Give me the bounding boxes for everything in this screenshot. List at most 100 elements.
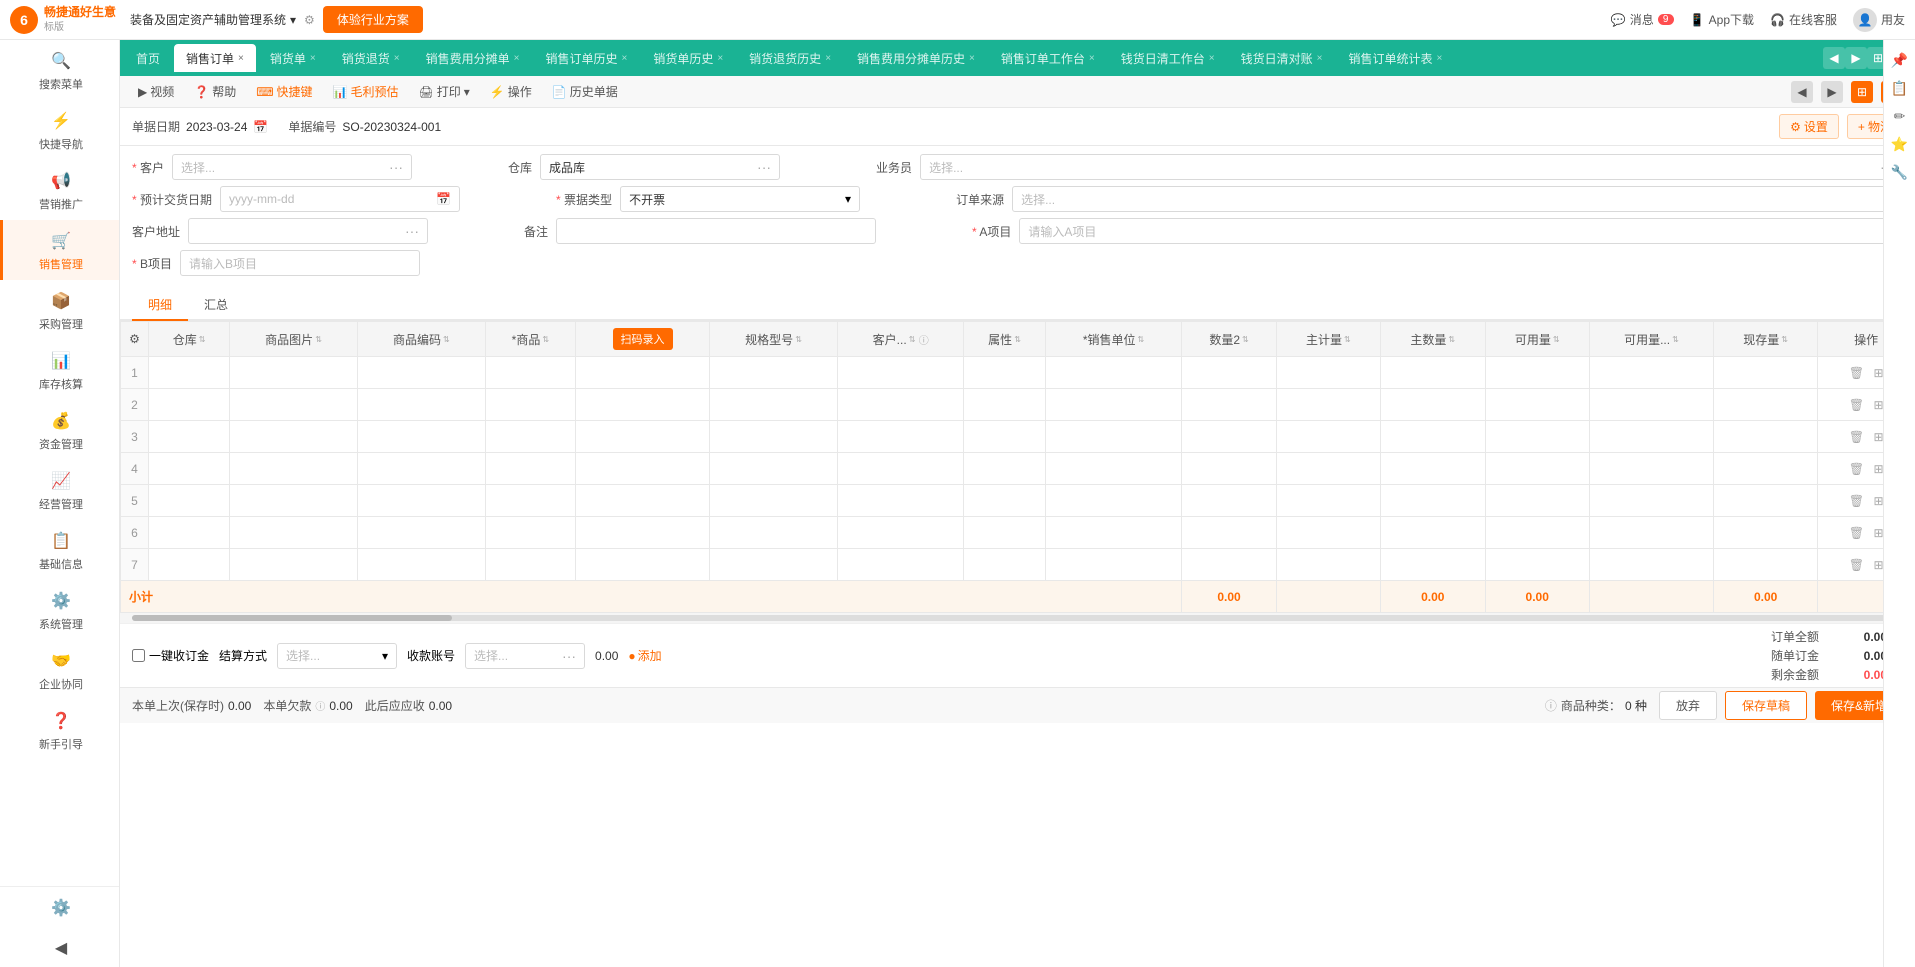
- cell-5-1[interactable]: [230, 485, 358, 517]
- toolbar-history-btn[interactable]: 📄 历史单据: [546, 81, 624, 102]
- right-panel-tool-btn[interactable]: 🔧: [1888, 160, 1912, 184]
- cell-1-0[interactable]: [149, 357, 230, 389]
- cell-1-8[interactable]: [1045, 357, 1182, 389]
- cell-3-13[interactable]: [1589, 421, 1713, 453]
- cell-2-2[interactable]: [357, 389, 485, 421]
- tab-close-10[interactable]: ×: [1209, 53, 1215, 64]
- tab-close-7[interactable]: ×: [825, 53, 831, 64]
- copy-row-5-icon[interactable]: ⊞: [1873, 494, 1883, 508]
- cell-5-4[interactable]: [575, 485, 709, 517]
- cell-5-8[interactable]: [1045, 485, 1182, 517]
- cell-2-6[interactable]: [837, 389, 964, 421]
- cell-1-6[interactable]: [837, 357, 964, 389]
- col-attr[interactable]: 属性⇅: [964, 322, 1045, 357]
- right-panel-edit-btn[interactable]: ✏: [1888, 104, 1912, 128]
- tab-3[interactable]: 销货退货×: [330, 44, 412, 72]
- cell-5-0[interactable]: [149, 485, 230, 517]
- sidebar-item-system[interactable]: ⚙️ 系统管理: [0, 580, 119, 640]
- tab-7[interactable]: 销货退货历史×: [737, 44, 843, 72]
- cell-2-3[interactable]: [485, 389, 575, 421]
- cell-6-14[interactable]: [1713, 517, 1817, 549]
- toolbar-print-btn[interactable]: 🖨 打印 ▾: [413, 81, 476, 102]
- cell-2-14[interactable]: [1713, 389, 1817, 421]
- cell-3-6[interactable]: [837, 421, 964, 453]
- cell-4-8[interactable]: [1045, 453, 1182, 485]
- delete-row-5-icon[interactable]: 🗑: [1849, 494, 1864, 508]
- cell-2-11[interactable]: [1381, 389, 1485, 421]
- add-payment-btn[interactable]: ● 添加: [628, 647, 661, 664]
- sidebar-item-settings[interactable]: ⚙️: [0, 887, 119, 927]
- cell-3-3[interactable]: [485, 421, 575, 453]
- cell-3-8[interactable]: [1045, 421, 1182, 453]
- col-code[interactable]: 商品编码⇅: [357, 322, 485, 357]
- sidebar-item-finance[interactable]: 💰 资金管理: [0, 400, 119, 460]
- cell-2-12[interactable]: [1485, 389, 1589, 421]
- cell-3-0[interactable]: [149, 421, 230, 453]
- col-unit[interactable]: *销售单位⇅: [1045, 322, 1182, 357]
- col-qty2[interactable]: 数量2⇅: [1182, 322, 1276, 357]
- cell-1-14[interactable]: [1713, 357, 1817, 389]
- cell-6-12[interactable]: [1485, 517, 1589, 549]
- tab-close-2[interactable]: ×: [310, 53, 316, 64]
- cell-4-10[interactable]: [1276, 453, 1380, 485]
- right-panel-pin-btn[interactable]: 📌: [1888, 48, 1912, 72]
- cell-2-10[interactable]: [1276, 389, 1380, 421]
- cell-5-9[interactable]: [1182, 485, 1276, 517]
- cell-1-4[interactable]: [575, 357, 709, 389]
- tab-close-11[interactable]: ×: [1317, 53, 1323, 64]
- cell-7-5[interactable]: [710, 549, 838, 581]
- cell-3-7[interactable]: [964, 421, 1045, 453]
- b-project-input[interactable]: 请输入B项目: [180, 250, 420, 276]
- cell-6-1[interactable]: [230, 517, 358, 549]
- copy-row-3-icon[interactable]: ⊞: [1873, 430, 1883, 444]
- save-draft-button[interactable]: 保存草稿: [1725, 691, 1807, 720]
- col-settings[interactable]: ⚙: [121, 322, 149, 357]
- cell-5-11[interactable]: [1381, 485, 1485, 517]
- cell-4-6[interactable]: [837, 453, 964, 485]
- col-main-qty[interactable]: 主数量⇅: [1381, 322, 1485, 357]
- delivery-input-wrap[interactable]: yyyy-mm-dd 📅: [220, 186, 460, 212]
- tab-6[interactable]: 销货单历史×: [641, 44, 735, 72]
- cell-4-4[interactable]: [575, 453, 709, 485]
- delete-row-4-icon[interactable]: 🗑: [1849, 462, 1864, 476]
- scan-input-btn[interactable]: 扫码录入: [613, 328, 673, 350]
- tab-8[interactable]: 销售费用分摊单历史×: [845, 44, 987, 72]
- cell-6-13[interactable]: [1589, 517, 1713, 549]
- cell-7-12[interactable]: [1485, 549, 1589, 581]
- col-warehouse[interactable]: 仓库⇅: [149, 322, 230, 357]
- copy-row-2-icon[interactable]: ⊞: [1873, 398, 1883, 412]
- right-panel-star-btn[interactable]: ⭐: [1888, 132, 1912, 156]
- cell-1-9[interactable]: [1182, 357, 1276, 389]
- sidebar-collapse-button[interactable]: ◀: [0, 927, 119, 967]
- tab-4[interactable]: 销售费用分摊单×: [414, 44, 532, 72]
- cell-6-11[interactable]: [1381, 517, 1485, 549]
- tab-next-button[interactable]: ▶: [1845, 47, 1867, 69]
- tab-prev-button[interactable]: ◀: [1823, 47, 1845, 69]
- settings-icon[interactable]: ⚙: [304, 13, 315, 27]
- cell-3-4[interactable]: [575, 421, 709, 453]
- cell-4-14[interactable]: [1713, 453, 1817, 485]
- tab-close-6[interactable]: ×: [717, 53, 723, 64]
- cell-7-11[interactable]: [1381, 549, 1485, 581]
- cell-1-2[interactable]: [357, 357, 485, 389]
- delete-row-1-icon[interactable]: 🗑: [1849, 366, 1864, 380]
- remark-input-wrap[interactable]: [556, 218, 876, 244]
- warehouse-more-btn[interactable]: ···: [757, 159, 771, 175]
- tab-close-3[interactable]: ×: [394, 53, 400, 64]
- tab-0[interactable]: 首页: [124, 44, 172, 72]
- toolbar-nav-next[interactable]: ▶: [1821, 81, 1843, 103]
- tab-5[interactable]: 销售订单历史×: [533, 44, 639, 72]
- tab-2[interactable]: 销货单×: [258, 44, 328, 72]
- cell-6-7[interactable]: [964, 517, 1045, 549]
- cell-4-9[interactable]: [1182, 453, 1276, 485]
- cell-4-5[interactable]: [710, 453, 838, 485]
- one-click-deposit-checkbox[interactable]: [132, 649, 145, 662]
- sidebar-item-sales[interactable]: 🛒 销售管理: [0, 220, 119, 280]
- col-image[interactable]: 商品图片⇅: [230, 322, 358, 357]
- address-input-wrap[interactable]: ···: [188, 218, 428, 244]
- cell-1-3[interactable]: [485, 357, 575, 389]
- cell-1-1[interactable]: [230, 357, 358, 389]
- customer-input-wrap[interactable]: 选择... ···: [172, 154, 412, 180]
- cell-2-9[interactable]: [1182, 389, 1276, 421]
- sidebar-item-purchase[interactable]: 📦 采购管理: [0, 280, 119, 340]
